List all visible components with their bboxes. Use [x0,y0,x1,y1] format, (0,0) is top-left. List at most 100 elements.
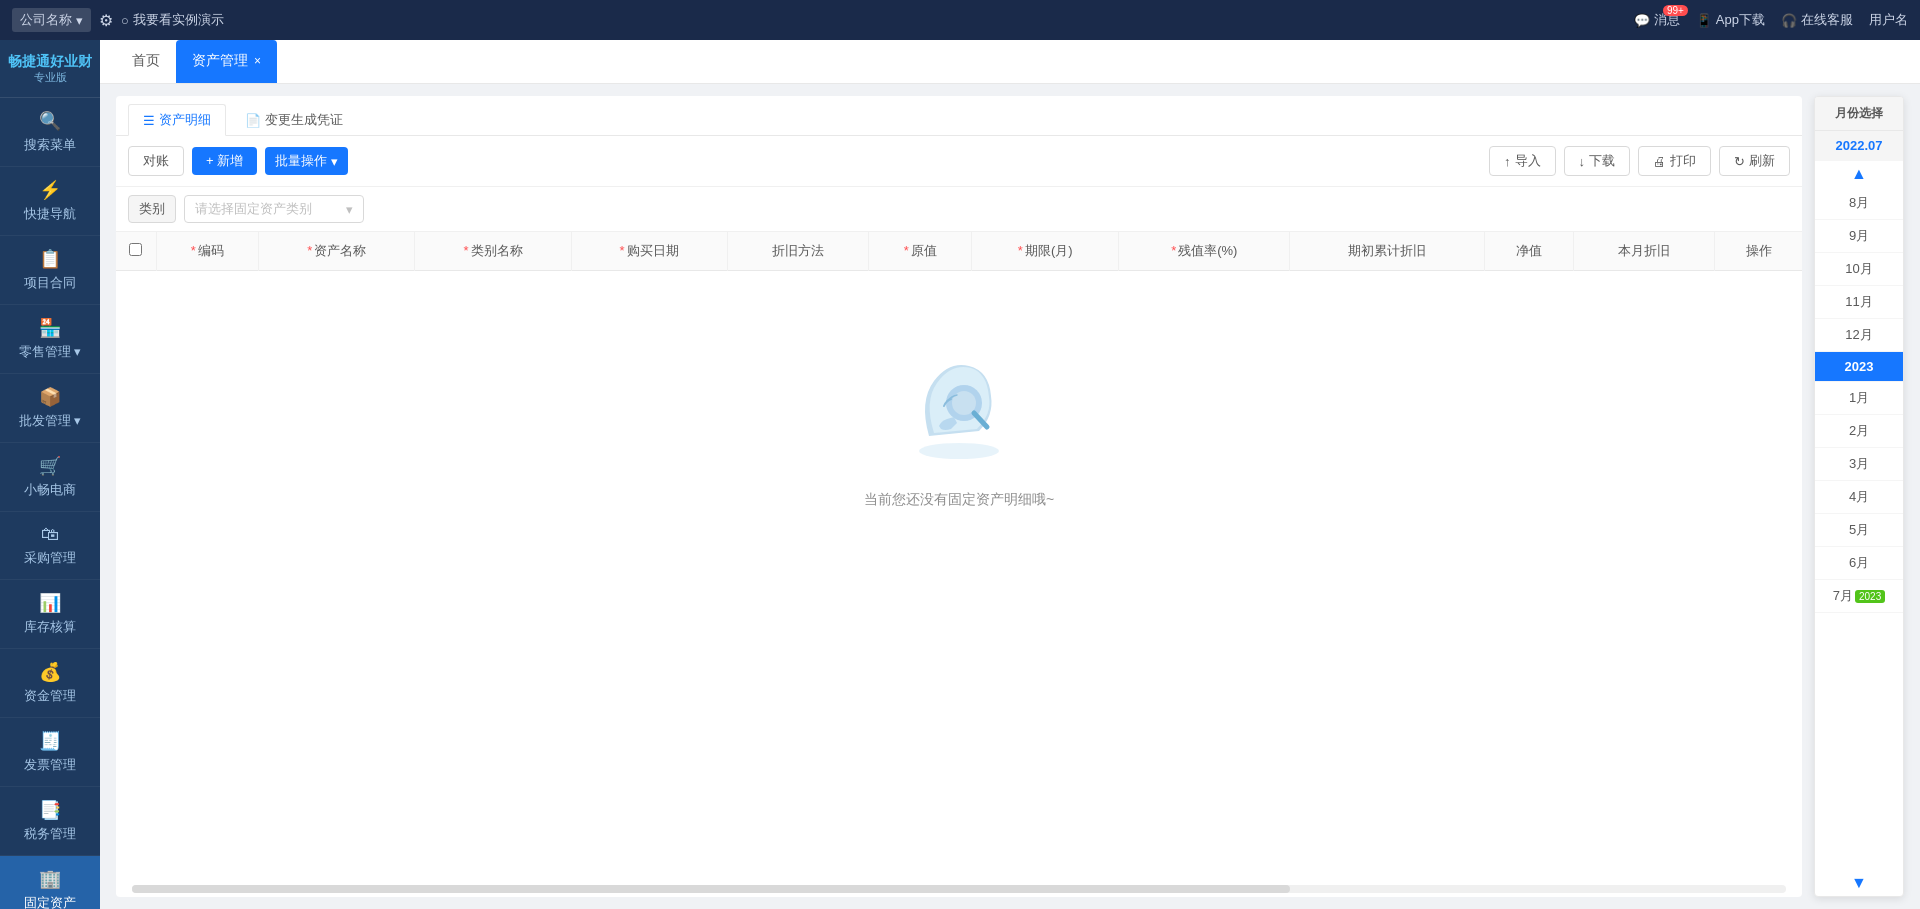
month-item[interactable]: 6月 [1815,547,1903,580]
sidebar-icon: 📑 [39,799,61,821]
sidebar-brand: 畅捷通好业财 [8,52,92,70]
sidebar-item-label: 发票管理 [24,756,76,774]
month-item[interactable]: 10月 [1815,253,1903,286]
month-year-display[interactable]: 2022.07 [1815,131,1903,161]
month-item[interactable]: 8月 [1815,187,1903,220]
checkbox-column [116,232,156,271]
sidebar-item-零售管理[interactable]: 🏪 零售管理 ▾ [0,305,100,374]
sidebar-item-搜索菜单[interactable]: 🔍 搜索菜单 [0,98,100,167]
download-icon: ↓ [1579,154,1586,169]
table-container: *编码*资产名称*类别名称*购买日期折旧方法*原值*期限(月)*残值率(%)期初… [116,232,1802,881]
month-item[interactable]: 12月 [1815,319,1903,352]
month-item[interactable]: 11月 [1815,286,1903,319]
sidebar-icon: 🏢 [39,868,61,890]
column-accumulated_depreciation: 期初累计折旧 [1290,232,1485,271]
main-layout: 畅捷通好业财 专业版 🔍 搜索菜单⚡ 快捷导航📋 项目合同🏪 零售管理 ▾📦 批… [0,40,1920,909]
column-original_value: *原值 [869,232,972,271]
column-monthly_depreciation: 本月折旧 [1573,232,1715,271]
month-item[interactable]: 7月2023 [1815,580,1903,613]
category-select[interactable]: 请选择固定资产类别 ▾ [184,195,364,223]
column-operation: 操作 [1715,232,1802,271]
sidebar-item-label: 项目合同 [24,274,76,292]
month-item[interactable]: 9月 [1815,220,1903,253]
chevron-down-icon: ▾ [346,202,353,217]
app-download-button[interactable]: 📱 App下载 [1696,11,1765,29]
top-bar-left: 公司名称 ▾ ⚙ ○ 我要看实例演示 [12,8,1624,32]
demo-icon: ○ [121,13,129,28]
sidebar-icon: 💰 [39,661,61,683]
batch-button[interactable]: 批量操作 ▾ [265,147,348,175]
sidebar-item-固定资产[interactable]: 🏢 固定资产 [0,856,100,909]
list-icon: ☰ [143,113,155,128]
sidebar-item-label: 采购管理 [24,549,76,567]
month-picker: 月份选择 2022.07 ▲ 8月9月10月11月12月20231月2月3月4月… [1814,96,1904,897]
message-button[interactable]: 💬 消息 99+ [1634,11,1680,29]
print-button[interactable]: 🖨 打印 [1638,146,1711,176]
demo-link[interactable]: ○ 我要看实例演示 [121,11,224,29]
download-button[interactable]: ↓ 下载 [1564,146,1631,176]
toolbar-right: ↑ 导入 ↓ 下载 🖨 打印 ↻ 刷新 [1489,146,1790,176]
month-item[interactable]: 4月 [1815,481,1903,514]
month-item[interactable]: 5月 [1815,514,1903,547]
month-list: 8月9月10月11月12月20231月2月3月4月5月6月7月2023 [1815,187,1903,870]
month-item[interactable]: 2月 [1815,415,1903,448]
sidebar-items: 🔍 搜索菜单⚡ 快捷导航📋 项目合同🏪 零售管理 ▾📦 批发管理 ▾🛒 小畅电商… [0,98,100,909]
sub-tab-change-voucher[interactable]: 📄 变更生成凭证 [230,104,358,136]
scrollbar-thumb[interactable] [132,885,1290,893]
picker-arrow-down[interactable]: ▼ [1815,870,1903,896]
filter-bar: 类别 请选择固定资产类别 ▾ [116,187,1802,232]
picker-arrow-up[interactable]: ▲ [1815,161,1903,187]
sidebar-item-库存核算[interactable]: 📊 库存核算 [0,580,100,649]
sidebar-icon: 🏪 [39,317,61,339]
reconcile-button[interactable]: 对账 [128,146,184,176]
month-item[interactable]: 1月 [1815,382,1903,415]
top-bar-right: 💬 消息 99+ 📱 App下载 🎧 在线客服 用户名 [1634,11,1908,29]
headset-icon: 🎧 [1781,13,1797,28]
company-selector[interactable]: 公司名称 ▾ [12,8,91,32]
online-service-button[interactable]: 🎧 在线客服 [1781,11,1853,29]
category-label: 类别 [128,195,176,223]
tab-bar: 首页 资产管理 × [100,40,1920,84]
sidebar-item-发票管理[interactable]: 🧾 发票管理 [0,718,100,787]
sidebar-item-税务管理[interactable]: 📑 税务管理 [0,787,100,856]
month-picker-header: 月份选择 [1815,97,1903,131]
import-icon: ↑ [1504,154,1511,169]
sidebar-item-label: 快捷导航 [24,205,76,223]
tab-home[interactable]: 首页 [116,40,176,83]
message-icon: 💬 [1634,13,1650,28]
add-button[interactable]: + 新增 [192,147,257,175]
dropdown-icon: ▾ [76,13,83,28]
sidebar-item-采购管理[interactable]: 🛍 采购管理 [0,512,100,580]
column-depreciation_method: 折旧方法 [727,232,869,271]
sidebar-item-小畅电商[interactable]: 🛒 小畅电商 [0,443,100,512]
import-button[interactable]: ↑ 导入 [1489,146,1556,176]
tab-close-button[interactable]: × [254,54,261,68]
table-header: *编码*资产名称*类别名称*购买日期折旧方法*原值*期限(月)*残值率(%)期初… [116,232,1802,271]
sidebar-item-批发管理[interactable]: 📦 批发管理 ▾ [0,374,100,443]
user-info[interactable]: 用户名 [1869,11,1908,29]
tab-asset-management[interactable]: 资产管理 × [176,40,277,83]
message-badge: 99+ [1663,5,1688,16]
sidebar-item-label: 小畅电商 [24,481,76,499]
sidebar-brand-sub: 专业版 [8,70,92,85]
refresh-button[interactable]: ↻ 刷新 [1719,146,1790,176]
column-period: *期限(月) [972,232,1119,271]
sidebar-icon: 🛍 [41,524,59,545]
sidebar-item-快捷导航[interactable]: ⚡ 快捷导航 [0,167,100,236]
phone-icon: 📱 [1696,13,1712,28]
sub-tabs: ☰ 资产明细 📄 变更生成凭证 [116,96,1802,136]
settings-icon[interactable]: ⚙ [99,11,113,30]
select-all-checkbox[interactable] [129,243,142,256]
month-item[interactable]: 3月 [1815,448,1903,481]
empty-text: 当前您还没有固定资产明细哦~ [864,491,1054,509]
horizontal-scrollbar[interactable] [132,885,1786,893]
sidebar-item-项目合同[interactable]: 📋 项目合同 [0,236,100,305]
batch-dropdown-icon: ▾ [331,154,338,169]
sub-tab-asset-detail[interactable]: ☰ 资产明细 [128,104,226,136]
sidebar-item-资金管理[interactable]: 💰 资金管理 [0,649,100,718]
sidebar-header: 畅捷通好业财 专业版 [0,40,100,98]
sidebar: 畅捷通好业财 专业版 🔍 搜索菜单⚡ 快捷导航📋 项目合同🏪 零售管理 ▾📦 批… [0,40,100,909]
column-category: *类别名称 [415,232,571,271]
sidebar-icon: 📋 [39,248,61,270]
month-item[interactable]: 2023 [1815,352,1903,382]
